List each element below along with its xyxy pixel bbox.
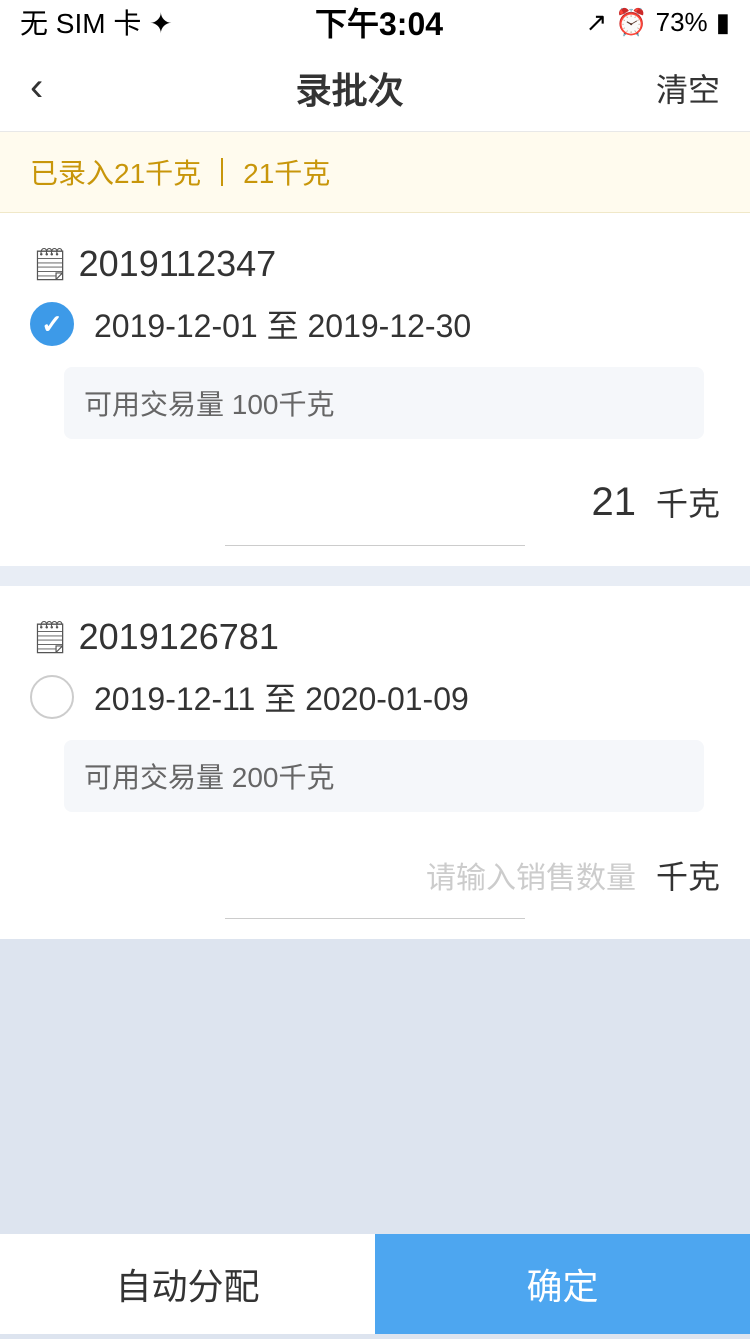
status-bar: 无 SIM 卡 ✦ 下午3:04 ↗ ⏰ 73% ▮ xyxy=(0,0,750,44)
batch-quantity-row-2: 可用交易量 200千克 xyxy=(64,740,750,812)
batch-header-2: 🗒 2019126781 xyxy=(30,616,720,658)
placeholder-input-2: 请输入销售数量 千克 xyxy=(0,832,750,918)
status-left: 无 SIM 卡 ✦ xyxy=(20,2,173,42)
radio-2[interactable] xyxy=(30,675,74,719)
batch-quantity-box-1: 可用交易量 100千克 xyxy=(64,367,704,439)
underline-1 xyxy=(0,545,750,566)
status-right: ↗ ⏰ 73% ▮ xyxy=(585,7,730,38)
divider-line-2 xyxy=(225,918,525,919)
back-button[interactable]: ‹ xyxy=(30,65,43,110)
recorded-label: 已录入21千克 xyxy=(30,152,201,192)
bottom-bar: 自动分配 确定 xyxy=(0,1234,750,1334)
battery-text: 73% xyxy=(656,7,708,38)
batch-date-2: 2019-12-11 至 2020-01-09 xyxy=(94,674,469,720)
status-time: 下午3:04 xyxy=(315,0,443,45)
batch-quantity-box-2: 可用交易量 200千克 xyxy=(64,740,704,812)
signal-icon: ↗ xyxy=(585,7,607,38)
nav-bar: ‹ 录批次 清空 xyxy=(0,44,750,132)
batch-id-1: 2019112347 xyxy=(79,243,277,285)
batch-quantity-row-1: 可用交易量 100千克 xyxy=(64,367,750,439)
divider-line-1 xyxy=(225,545,525,546)
batch-item-1: 🗒 2019112347 ✓ 2019-12-01 至 2019-12-30 xyxy=(0,213,750,347)
amount-value-1: 21 xyxy=(591,480,636,525)
batch-row-1: ✓ 2019-12-01 至 2019-12-30 xyxy=(30,301,720,347)
batch-id-2: 2019126781 xyxy=(79,616,279,658)
auto-distribute-button[interactable]: 自动分配 xyxy=(0,1234,375,1334)
page-title: 录批次 xyxy=(296,62,404,114)
batch-row-2: 2019-12-11 至 2020-01-09 xyxy=(30,674,720,720)
recorded-amount: 21千克 xyxy=(243,152,330,192)
placeholder-text-2: 请输入销售数量 xyxy=(426,853,636,897)
clear-button[interactable]: 清空 xyxy=(656,65,720,111)
amount-unit-1: 千克 xyxy=(656,479,720,525)
batch-date-1: 2019-12-01 至 2019-12-30 xyxy=(94,301,471,347)
batch-item-2: 🗒 2019126781 2019-12-11 至 2020-01-09 xyxy=(0,586,750,720)
radio-1[interactable]: ✓ xyxy=(30,302,74,346)
placeholder-unit-2: 千克 xyxy=(656,852,720,898)
confirm-button[interactable]: 确定 xyxy=(375,1234,750,1334)
alarm-icon: ⏰ xyxy=(615,7,647,38)
info-banner: 已录入21千克 21千克 xyxy=(0,132,750,213)
check-icon-1: ✓ xyxy=(41,309,63,340)
batch-header-1: 🗒 2019112347 xyxy=(30,243,720,285)
batch-card-1: 🗒 2019112347 ✓ 2019-12-01 至 2019-12-30 可… xyxy=(0,213,750,566)
amount-row-1: 21 千克 xyxy=(0,459,750,545)
underline-2 xyxy=(0,918,750,939)
batch-card-2: 🗒 2019126781 2019-12-11 至 2020-01-09 可用交… xyxy=(0,586,750,939)
card-separator xyxy=(0,566,750,586)
sim-text: 无 SIM 卡 ✦ xyxy=(20,2,173,42)
banner-divider xyxy=(221,158,223,186)
batch-doc-icon-2: 🗒 xyxy=(30,618,71,656)
battery-icon: ▮ xyxy=(716,7,730,38)
batch-doc-icon-1: 🗒 xyxy=(30,245,71,283)
